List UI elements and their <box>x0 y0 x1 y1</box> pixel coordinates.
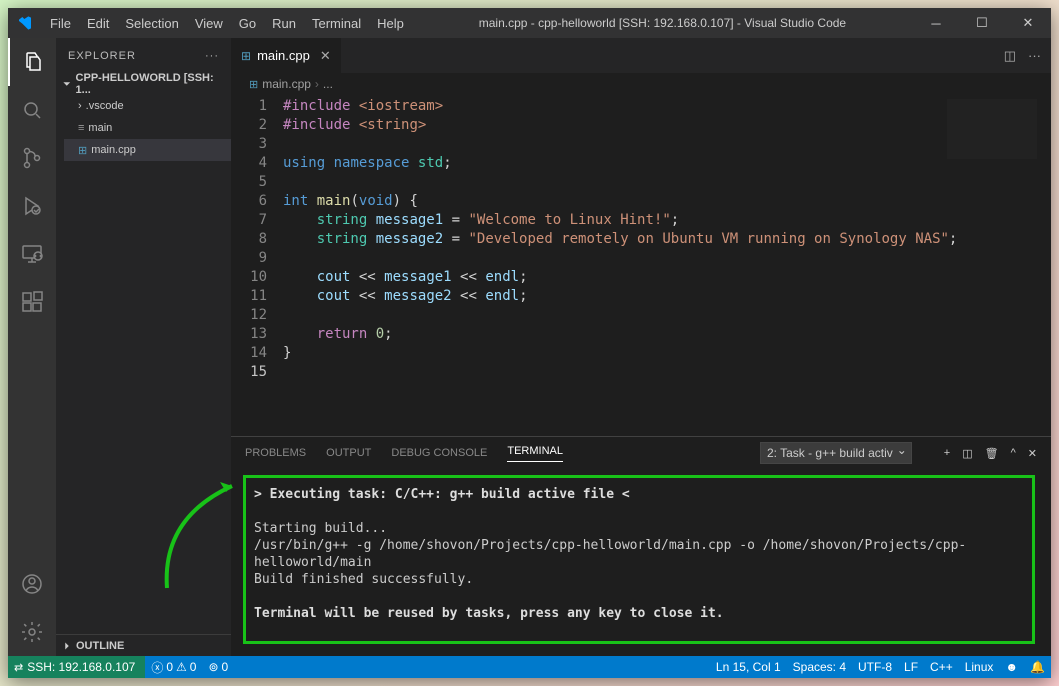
panel-tab-debug-console[interactable]: DEBUG CONSOLE <box>391 447 487 459</box>
project-name: CPP-HELLOWORLD [SSH: 1... <box>76 72 227 96</box>
problems-status[interactable]: ⓧ0 ⚠0 <box>145 659 202 676</box>
ports-status[interactable]: ⊚0 <box>202 660 234 674</box>
menu-go[interactable]: Go <box>231 10 264 37</box>
run-debug-icon[interactable] <box>8 182 56 230</box>
project-section-header[interactable]: CPP-HELLOWORLD [SSH: 1... <box>56 73 231 95</box>
cpp-file-icon: ⊞ <box>241 49 251 63</box>
status-bar: ⇄ SSH: 192.168.0.107 ⓧ0 ⚠0 ⊚0 Ln 15, Col… <box>8 656 1051 678</box>
split-editor-icon[interactable]: ◫ <box>1004 48 1016 64</box>
tree-item-main[interactable]: ≡main <box>64 117 231 139</box>
window-title: main.cpp - cpp-helloworld [SSH: 192.168.… <box>412 16 913 30</box>
maximize-button[interactable]: ☐ <box>959 8 1005 38</box>
outline-label: OUTLINE <box>76 640 124 652</box>
line-gutter: 123456789101112131415 <box>231 95 283 436</box>
settings-icon[interactable] <box>8 608 56 656</box>
breadcrumb-file[interactable]: main.cpp <box>262 77 311 91</box>
menu-selection[interactable]: Selection <box>117 10 186 37</box>
main-area: ⊞ main.cpp ✕ ◫ ··· ⊞ main.cpp › ... 1234… <box>231 38 1051 656</box>
panel-tab-terminal[interactable]: TERMINAL <box>507 445 563 462</box>
menu-terminal[interactable]: Terminal <box>304 10 369 37</box>
sidebar-more-icon[interactable]: ··· <box>205 50 219 62</box>
sidebar: EXPLORER ··· CPP-HELLOWORLD [SSH: 1... ›… <box>56 38 231 656</box>
code-editor[interactable]: 123456789101112131415 #include <iostream… <box>231 95 1051 436</box>
tab-close-icon[interactable]: ✕ <box>320 48 331 64</box>
panel-tabs: PROBLEMS OUTPUT DEBUG CONSOLE TERMINAL 2: Ta… <box>231 437 1051 469</box>
remote-icon: ⇄ <box>14 661 23 674</box>
panel-tab-problems[interactable]: PROBLEMS <box>245 447 306 459</box>
activity-bar <box>8 38 56 656</box>
editor-more-icon[interactable]: ··· <box>1028 48 1041 63</box>
vscode-logo-icon <box>8 15 42 31</box>
menu-file[interactable]: File <box>42 10 79 37</box>
tab-main-cpp[interactable]: ⊞ main.cpp ✕ <box>231 38 341 73</box>
cursor-position[interactable]: Ln 15, Col 1 <box>710 660 787 674</box>
language-status[interactable]: C++ <box>924 660 959 674</box>
bottom-panel: PROBLEMS OUTPUT DEBUG CONSOLE TERMINAL 2: Ta… <box>231 436 1051 656</box>
minimize-button[interactable]: ─ <box>913 8 959 38</box>
notifications-icon[interactable]: 🔔 <box>1024 660 1051 674</box>
menu-view[interactable]: View <box>187 10 231 37</box>
terminal-selector[interactable]: 2: Task - g++ build activ <box>760 442 912 464</box>
cpp-file-icon: ⊞ <box>249 78 258 91</box>
sidebar-header: EXPLORER ··· <box>56 38 231 73</box>
new-terminal-icon[interactable]: + <box>944 447 950 459</box>
search-icon[interactable] <box>8 86 56 134</box>
file-tree: ›.vscode≡main⊞main.cpp <box>56 95 231 161</box>
tree-item-main-cpp[interactable]: ⊞main.cpp <box>64 139 231 161</box>
feedback-icon[interactable]: ☻ <box>999 660 1024 674</box>
remote-label: SSH: 192.168.0.107 <box>27 660 135 674</box>
editor-tabs: ⊞ main.cpp ✕ ◫ ··· <box>231 38 1051 73</box>
window-controls: ─ ☐ ✕ <box>913 8 1051 38</box>
sidebar-title: EXPLORER <box>68 50 136 62</box>
warning-icon: ⚠ <box>176 660 187 674</box>
explorer-icon[interactable] <box>8 38 56 86</box>
extensions-icon[interactable] <box>8 278 56 326</box>
tree-item--vscode[interactable]: ›.vscode <box>64 95 231 117</box>
code-content[interactable]: #include <iostream>#include <string> usi… <box>283 95 1051 436</box>
error-icon: ⓧ <box>151 659 163 676</box>
remote-explorer-icon[interactable] <box>8 230 56 278</box>
outline-section-header[interactable]: OUTLINE <box>56 634 231 656</box>
panel-up-icon[interactable]: ^ <box>1011 447 1016 459</box>
titlebar: FileEditSelectionViewGoRunTerminalHelp m… <box>8 8 1051 38</box>
breadcrumb-more[interactable]: ... <box>323 77 333 91</box>
accounts-icon[interactable] <box>8 560 56 608</box>
panel-close-icon[interactable]: ✕ <box>1028 447 1037 460</box>
os-status[interactable]: Linux <box>959 660 1000 674</box>
menu-bar: FileEditSelectionViewGoRunTerminalHelp <box>42 10 412 37</box>
encoding-status[interactable]: UTF-8 <box>852 660 898 674</box>
indent-status[interactable]: Spaces: 4 <box>787 660 852 674</box>
breadcrumb[interactable]: ⊞ main.cpp › ... <box>231 73 1051 95</box>
close-button[interactable]: ✕ <box>1005 8 1051 38</box>
vscode-window: FileEditSelectionViewGoRunTerminalHelp m… <box>8 8 1051 678</box>
tab-label: main.cpp <box>257 48 310 63</box>
menu-edit[interactable]: Edit <box>79 10 117 37</box>
eol-status[interactable]: LF <box>898 660 924 674</box>
menu-run[interactable]: Run <box>264 10 304 37</box>
remote-indicator[interactable]: ⇄ SSH: 192.168.0.107 <box>8 656 145 678</box>
kill-terminal-icon[interactable]: 🗑 <box>985 447 999 460</box>
radio-icon: ⊚ <box>208 660 218 674</box>
panel-tab-output[interactable]: OUTPUT <box>326 447 371 459</box>
minimap[interactable] <box>947 99 1037 159</box>
terminal-output[interactable]: > Executing task: C/C++: g++ build activ… <box>243 475 1035 644</box>
source-control-icon[interactable] <box>8 134 56 182</box>
menu-help[interactable]: Help <box>369 10 412 37</box>
split-terminal-icon[interactable]: ◫ <box>962 447 972 460</box>
